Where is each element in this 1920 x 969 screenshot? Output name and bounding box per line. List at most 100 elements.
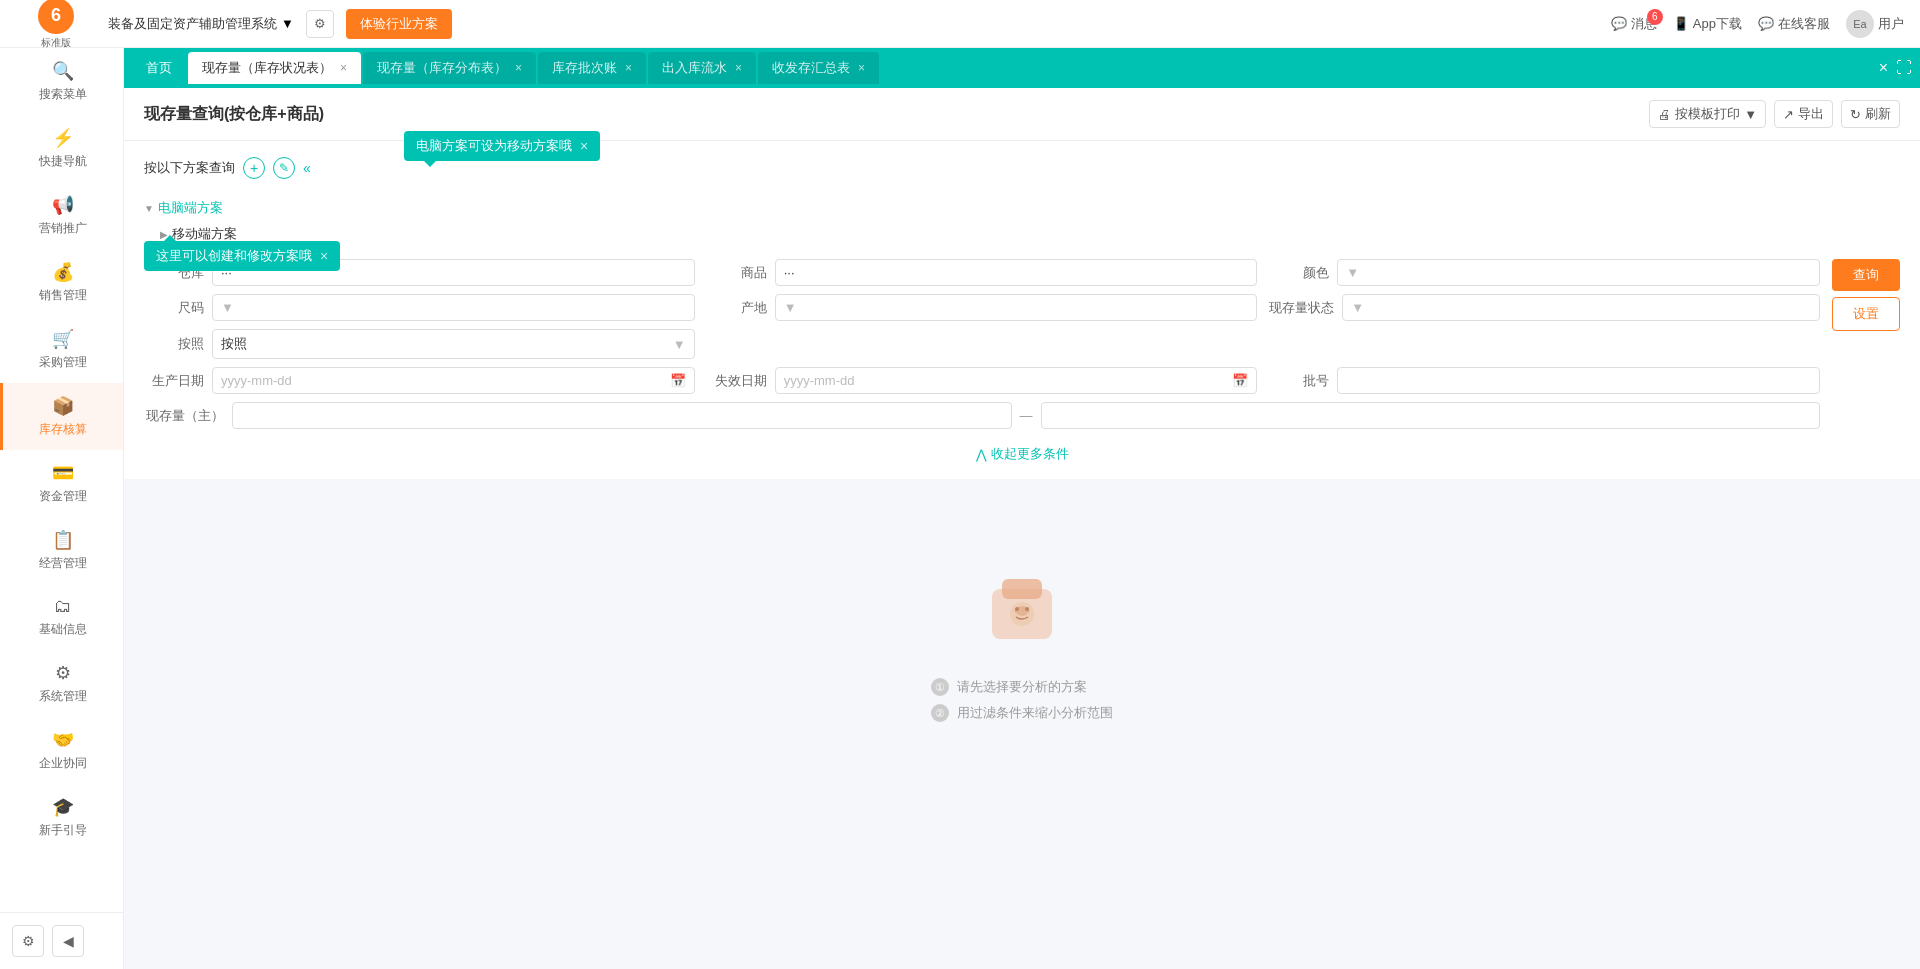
by-select-text: 按照 <box>221 335 247 353</box>
filter-row-4: 生产日期 yyyy-mm-dd 📅 失效日期 yyyy-mm-dd 📅 <box>144 367 1900 394</box>
empty-hint-1: ① 请先选择要分析的方案 <box>931 678 1113 696</box>
stock-main-min[interactable] <box>232 402 1012 429</box>
settings-icon[interactable]: ⚙ <box>306 10 334 38</box>
print-label: 按模板打印 <box>1675 105 1740 123</box>
system-select[interactable]: 装备及固定资产辅助管理系统 ▼ <box>108 15 294 33</box>
tab-in-out-flow[interactable]: 出入库流水 × <box>648 52 756 84</box>
tab-home[interactable]: 首页 <box>132 52 186 84</box>
online-service-btn[interactable]: 💬 在线客服 <box>1758 15 1830 33</box>
sidebar-item-search[interactable]: 🔍 搜索菜单 <box>0 48 123 115</box>
system-name: 装备及固定资产辅助管理系统 <box>108 15 277 33</box>
sidebar-label-purchase: 采购管理 <box>39 354 87 371</box>
tab-home-label: 首页 <box>146 59 172 77</box>
tooltip1-close[interactable]: × <box>580 138 588 154</box>
export-btn[interactable]: ↗ 导出 <box>1774 100 1833 128</box>
filter-edit-btn[interactable]: ✎ <box>273 157 295 179</box>
batch-input[interactable] <box>1337 367 1820 394</box>
origin-select-arrow: ▼ <box>784 300 797 315</box>
reset-btn[interactable]: 设置 <box>1832 297 1900 331</box>
sidebar-item-purchase[interactable]: 🛒 采购管理 <box>0 316 123 383</box>
notification-btn[interactable]: 💬 6 消息 <box>1611 15 1657 33</box>
search-btn[interactable]: 查询 <box>1832 259 1900 291</box>
tab-inventory-dist-close[interactable]: × <box>515 61 522 75</box>
sidebar-item-guide[interactable]: 🎓 新手引导 <box>0 784 123 851</box>
color-select-arrow: ▼ <box>1346 265 1359 280</box>
filter-back-btn[interactable]: « <box>303 160 311 176</box>
settings-footer-btn[interactable]: ⚙ <box>12 925 44 957</box>
collapse-sidebar-btn[interactable]: ◀ <box>52 925 84 957</box>
tab-receive-summary-close[interactable]: × <box>858 61 865 75</box>
sidebar-item-basic[interactable]: 🗂 基础信息 <box>0 584 123 650</box>
tab-batch-ledger-label: 库存批次账 <box>552 59 617 77</box>
export-label: 导出 <box>1798 105 1824 123</box>
status-select[interactable]: ▼ <box>1342 294 1820 321</box>
tab-inventory-dist[interactable]: 现存量（库存分布表） × <box>363 52 536 84</box>
print-btn[interactable]: 🖨 按模板打印 ▼ <box>1649 100 1766 128</box>
sidebar-item-enterprise[interactable]: 🤝 企业协同 <box>0 717 123 784</box>
expiry-date-input[interactable]: yyyy-mm-dd 📅 <box>775 367 1258 394</box>
tab-fullscreen-icon[interactable]: ⛶ <box>1896 59 1912 77</box>
refresh-btn[interactable]: ↻ 刷新 <box>1841 100 1900 128</box>
origin-select[interactable]: ▼ <box>775 294 1258 321</box>
app-download-btn[interactable]: 📱 App下载 <box>1673 15 1742 33</box>
empty-illustration <box>972 559 1072 662</box>
product-select-dots: ··· <box>784 265 795 280</box>
filter-field-origin: 产地 ▼ <box>707 294 1258 321</box>
by-select[interactable]: 按照 ▼ <box>212 329 695 359</box>
sidebar-item-operations[interactable]: 📋 经营管理 <box>0 517 123 584</box>
tab-close-all-icon[interactable]: × <box>1879 59 1888 77</box>
scheme-item-desktop[interactable]: ▼ 电脑端方案 <box>144 195 304 221</box>
tooltip2-close[interactable]: × <box>320 248 328 264</box>
sidebar-label-inventory: 库存核算 <box>39 421 87 438</box>
filter-row-2: 尺码 ▼ 产地 ▼ 现存量状态 <box>144 294 1900 321</box>
sidebar-item-inventory[interactable]: 📦 库存核算 <box>0 383 123 450</box>
page-content: 现存量查询(按仓库+商品) 🖨 按模板打印 ▼ ↗ 导出 ↻ 刷新 <box>124 88 1920 969</box>
industry-btn[interactable]: 体验行业方案 <box>346 9 452 39</box>
system-icon: ⚙ <box>55 662 71 684</box>
user-btn[interactable]: Ea 用户 <box>1846 10 1904 38</box>
scheme-desktop-label: 电脑端方案 <box>158 199 223 217</box>
production-date-text: yyyy-mm-dd <box>221 373 666 388</box>
sidebar-item-sales[interactable]: 💰 销售管理 <box>0 249 123 316</box>
header-right: 💬 6 消息 📱 App下载 💬 在线客服 Ea 用户 <box>1611 10 1904 38</box>
size-select[interactable]: ▼ <box>212 294 695 321</box>
scheme-expand-icon: ▼ <box>144 203 154 214</box>
sidebar-item-system[interactable]: ⚙ 系统管理 <box>0 650 123 717</box>
sidebar-label-enterprise: 企业协同 <box>39 755 87 772</box>
collapse-conditions-btn[interactable]: ⋀ 收起更多条件 <box>144 437 1900 471</box>
color-select[interactable]: ▼ <box>1337 259 1820 286</box>
tab-inventory-status[interactable]: 现存量（库存状况表） × <box>188 52 361 84</box>
system-dropdown-icon: ▼ <box>281 16 294 31</box>
filter-label: 按以下方案查询 <box>144 159 235 177</box>
export-icon: ↗ <box>1783 107 1794 122</box>
page-title: 现存量查询(按仓库+商品) <box>144 104 324 125</box>
tab-inventory-status-close[interactable]: × <box>340 61 347 75</box>
sidebar-label-finance: 资金管理 <box>39 488 87 505</box>
filter-field-status: 现存量状态 ▼ <box>1269 294 1820 321</box>
filter-add-btn[interactable]: + <box>243 157 265 179</box>
print-dropdown-icon: ▼ <box>1744 107 1757 122</box>
page-header: 现存量查询(按仓库+商品) 🖨 按模板打印 ▼ ↗ 导出 ↻ 刷新 <box>124 88 1920 141</box>
production-date-input[interactable]: yyyy-mm-dd 📅 <box>212 367 695 394</box>
tab-in-out-flow-close[interactable]: × <box>735 61 742 75</box>
online-service-label: 在线客服 <box>1778 15 1830 33</box>
content-area: 首页 现存量（库存状况表） × 现存量（库存分布表） × 库存批次账 × 出入库… <box>124 48 1920 969</box>
tab-bar-right: × ⛶ <box>1879 59 1912 77</box>
sidebar-item-finance[interactable]: 💳 资金管理 <box>0 450 123 517</box>
tab-batch-ledger[interactable]: 库存批次账 × <box>538 52 646 84</box>
main-layout: 🔍 搜索菜单 ⚡ 快捷导航 📢 营销推广 💰 销售管理 🛒 采购管理 📦 库存核… <box>0 48 1920 969</box>
filter-field-production-date: 生产日期 yyyy-mm-dd 📅 <box>144 367 695 394</box>
product-select[interactable]: ··· <box>775 259 1258 286</box>
refresh-label: 刷新 <box>1865 105 1891 123</box>
empty-svg <box>972 559 1072 659</box>
filter-row-3: 按照 按照 ▼ <box>144 329 1900 359</box>
filter-field-expiry-date: 失效日期 yyyy-mm-dd 📅 <box>707 367 1258 394</box>
stock-main-max[interactable] <box>1041 402 1821 429</box>
tab-inventory-status-label: 现存量（库存状况表） <box>202 59 332 77</box>
sidebar-item-marketing[interactable]: 📢 营销推广 <box>0 182 123 249</box>
tab-inventory-dist-label: 现存量（库存分布表） <box>377 59 507 77</box>
sidebar-label-search: 搜索菜单 <box>39 86 87 103</box>
sidebar-item-quicknav[interactable]: ⚡ 快捷导航 <box>0 115 123 182</box>
tab-batch-ledger-close[interactable]: × <box>625 61 632 75</box>
tab-receive-summary[interactable]: 收发存汇总表 × <box>758 52 879 84</box>
